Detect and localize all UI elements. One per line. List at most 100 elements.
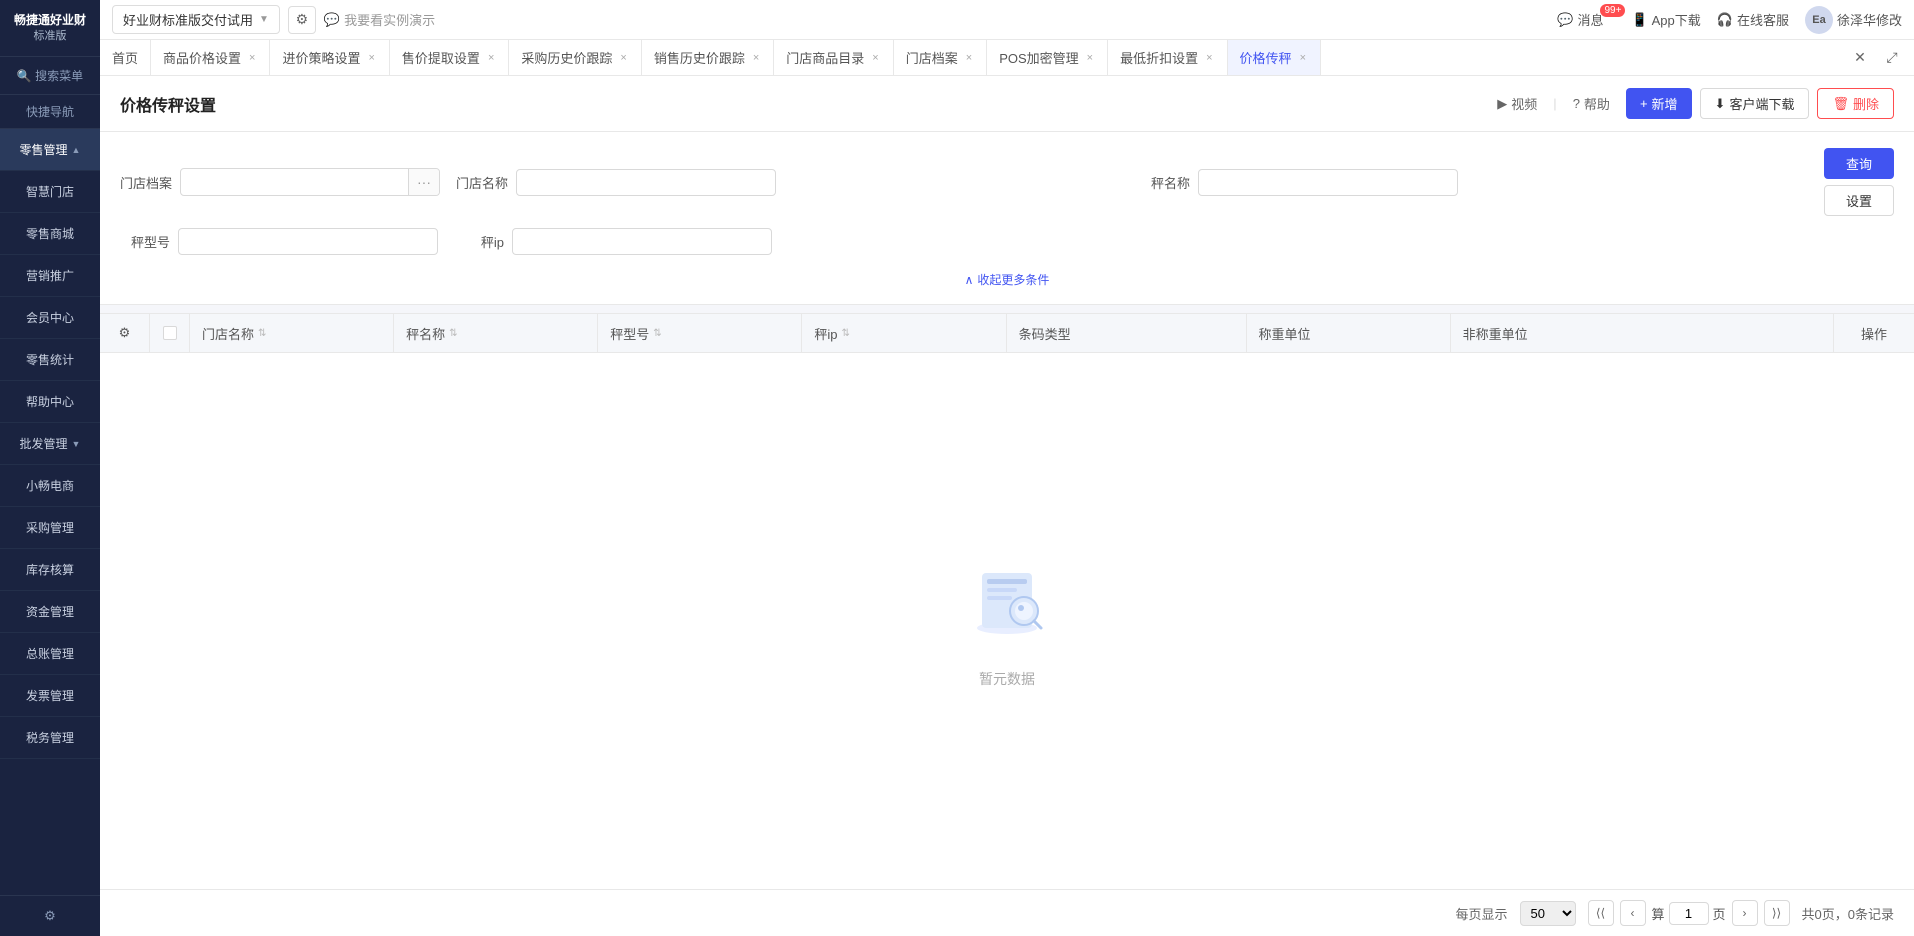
sidebar-item-ec[interactable]: 小畅电商	[0, 465, 100, 507]
next-page-icon: ›	[1743, 906, 1747, 920]
demo-link[interactable]: 💬 我要看实例演示	[324, 10, 435, 29]
scale-type-input[interactable]	[178, 228, 438, 255]
sidebar-item-smart-store[interactable]: 智慧门店	[0, 171, 100, 213]
tab-price-scale-close[interactable]: ×	[1298, 51, 1308, 65]
sidebar-item-invoice[interactable]: 发票管理	[0, 675, 100, 717]
tab-store-catalog-close[interactable]: ×	[870, 51, 880, 65]
sort-scale-type-icon[interactable]: ⇅	[653, 328, 661, 339]
filter-settings-button[interactable]: 设置	[1824, 185, 1894, 216]
page-input-area: 算 页	[1652, 902, 1726, 925]
tab-purchase-strategy[interactable]: 进价策略设置 ×	[270, 40, 389, 75]
filter-row-2: 秤型号 秤ip	[120, 228, 1894, 255]
tab-sale-price-label: 售价提取设置	[402, 48, 480, 67]
tab-purchase-strategy-close[interactable]: ×	[366, 51, 376, 65]
tab-home[interactable]: 首页	[100, 40, 151, 75]
settings-icon: ⚙	[44, 908, 56, 923]
play-icon: ▶	[1497, 96, 1507, 112]
sidebar-item-help[interactable]: 帮助中心	[0, 381, 100, 423]
store-file-input[interactable]	[181, 170, 408, 195]
app-download-button[interactable]: 📱 App下载	[1631, 10, 1700, 29]
sidebar-item-help-label: 帮助中心	[26, 393, 74, 410]
top-bar-right: 💬 消息 99+ 📱 App下载 🎧 在线客服 Ea 徐泽华修改	[1557, 6, 1902, 34]
sort-store-name-icon[interactable]: ⇅	[258, 328, 266, 339]
query-button[interactable]: 查询	[1824, 148, 1894, 179]
app-selector[interactable]: 好业财标准版交付试用 ▼	[112, 5, 280, 34]
sidebar-item-smart-store-label: 智慧门店	[26, 183, 74, 200]
sidebar-item-retail-manage[interactable]: 零售管理	[0, 129, 100, 171]
sidebar-item-purchase[interactable]: 采购管理	[0, 507, 100, 549]
tab-sale-price-close[interactable]: ×	[486, 51, 496, 65]
tab-sale-price[interactable]: 售价提取设置 ×	[390, 40, 509, 75]
tab-min-discount[interactable]: 最低折扣设置 ×	[1108, 40, 1227, 75]
tab-sale-history-close[interactable]: ×	[751, 51, 761, 65]
prev-page-icon: ‹	[1631, 906, 1635, 920]
sidebar-settings[interactable]: ⚙	[0, 895, 100, 936]
add-label: 新增	[1652, 94, 1678, 113]
tab-store-file[interactable]: 门店档案 ×	[894, 40, 987, 75]
th-scale-ip: 秤ip ⇅	[802, 314, 1006, 352]
sort-scale-ip-icon[interactable]: ⇅	[842, 328, 850, 339]
sidebar-item-member[interactable]: 会员中心	[0, 297, 100, 339]
tab-goods-price-label: 商品价格设置	[163, 48, 241, 67]
app-selector-text: 好业财标准版交付试用	[123, 10, 253, 29]
tab-purchase-history-close[interactable]: ×	[618, 51, 628, 65]
th-barcode-type-label: 条码类型	[1019, 324, 1071, 343]
download-client-button[interactable]: ⬇ 客户端下载	[1700, 88, 1810, 119]
delete-button[interactable]: 🗑 删除	[1817, 88, 1894, 119]
store-file-icon-btn[interactable]: ···	[408, 169, 439, 195]
tab-purchase-history[interactable]: 采购历史价跟踪 ×	[509, 40, 641, 75]
tab-pos-close[interactable]: ×	[1085, 51, 1095, 65]
store-name-input[interactable]	[516, 169, 776, 196]
scale-name-input[interactable]	[1198, 169, 1458, 196]
page-number-input[interactable]	[1669, 902, 1709, 925]
message-button[interactable]: 💬 消息 99+	[1557, 10, 1615, 29]
scale-name-label: 秤名称	[1140, 173, 1190, 192]
main-area: 好业财标准版交付试用 ▼ ⚙ 💬 我要看实例演示 💬 消息 99+ 📱 App下…	[100, 0, 1914, 936]
th-settings[interactable]: ⚙	[100, 314, 150, 352]
select-all-checkbox[interactable]	[163, 326, 177, 340]
sidebar-item-retail-mall[interactable]: 零售商城	[0, 213, 100, 255]
add-button[interactable]: + 新增	[1626, 88, 1692, 119]
collapse-bar[interactable]: ∧ 收起更多条件	[120, 267, 1894, 296]
tab-pos[interactable]: POS加密管理 ×	[987, 40, 1108, 75]
divider: |	[1553, 96, 1556, 111]
tab-price-scale-label: 价格传秤	[1240, 48, 1292, 67]
sidebar-item-retail-manage-label: 零售管理	[20, 141, 68, 158]
top-settings-button[interactable]: ⚙	[288, 6, 316, 34]
user-menu[interactable]: Ea 徐泽华修改	[1805, 6, 1902, 34]
first-page-button[interactable]: ⟨⟨	[1588, 900, 1614, 926]
sidebar-item-inventory[interactable]: 库存核算	[0, 549, 100, 591]
help-link[interactable]: ? 帮助	[1565, 90, 1618, 117]
video-link[interactable]: ▶ 视频	[1489, 90, 1545, 117]
th-store-name-label: 门店名称	[202, 324, 254, 343]
tab-close-all-button[interactable]: ✕	[1846, 44, 1874, 72]
page-actions: ▶ 视频 | ? 帮助 + 新增 ⬇ 客户端下载 🗑 删除	[1489, 88, 1894, 119]
tab-store-catalog[interactable]: 门店商品目录 ×	[774, 40, 893, 75]
sidebar-item-tax[interactable]: 税务管理	[0, 717, 100, 759]
scale-ip-input[interactable]	[512, 228, 772, 255]
tab-maximize-button[interactable]: ⤢	[1878, 44, 1906, 72]
tab-min-discount-close[interactable]: ×	[1204, 51, 1214, 65]
tab-store-file-close[interactable]: ×	[964, 51, 974, 65]
tab-goods-price-close[interactable]: ×	[247, 51, 257, 65]
page-prefix-label: 算	[1652, 904, 1665, 923]
prev-page-button[interactable]: ‹	[1620, 900, 1646, 926]
next-page-button[interactable]: ›	[1732, 900, 1758, 926]
search-menu[interactable]: 🔍 搜索菜单	[0, 57, 100, 95]
per-page-select[interactable]: 50 10 20 100	[1520, 901, 1576, 926]
th-barcode-type: 条码类型	[1007, 314, 1247, 352]
sidebar-item-ec-label: 小畅电商	[26, 477, 74, 494]
sidebar-item-capital[interactable]: 资金管理	[0, 591, 100, 633]
sidebar-item-batch[interactable]: 批发管理	[0, 423, 100, 465]
sidebar-item-ledger[interactable]: 总账管理	[0, 633, 100, 675]
online-service-button[interactable]: 🎧 在线客服	[1717, 10, 1789, 29]
last-page-button[interactable]: ⟩⟩	[1764, 900, 1790, 926]
sidebar-item-retail-stats[interactable]: 零售统计	[0, 339, 100, 381]
quick-nav[interactable]: 快捷导航	[0, 95, 100, 129]
tab-goods-price[interactable]: 商品价格设置 ×	[151, 40, 270, 75]
tab-sale-history[interactable]: 销售历史价跟踪 ×	[642, 40, 774, 75]
sort-scale-name-icon[interactable]: ⇅	[449, 328, 457, 339]
th-checkbox[interactable]	[150, 314, 190, 352]
tab-price-scale[interactable]: 价格传秤 ×	[1228, 40, 1321, 75]
sidebar-item-marketing[interactable]: 营销推广	[0, 255, 100, 297]
